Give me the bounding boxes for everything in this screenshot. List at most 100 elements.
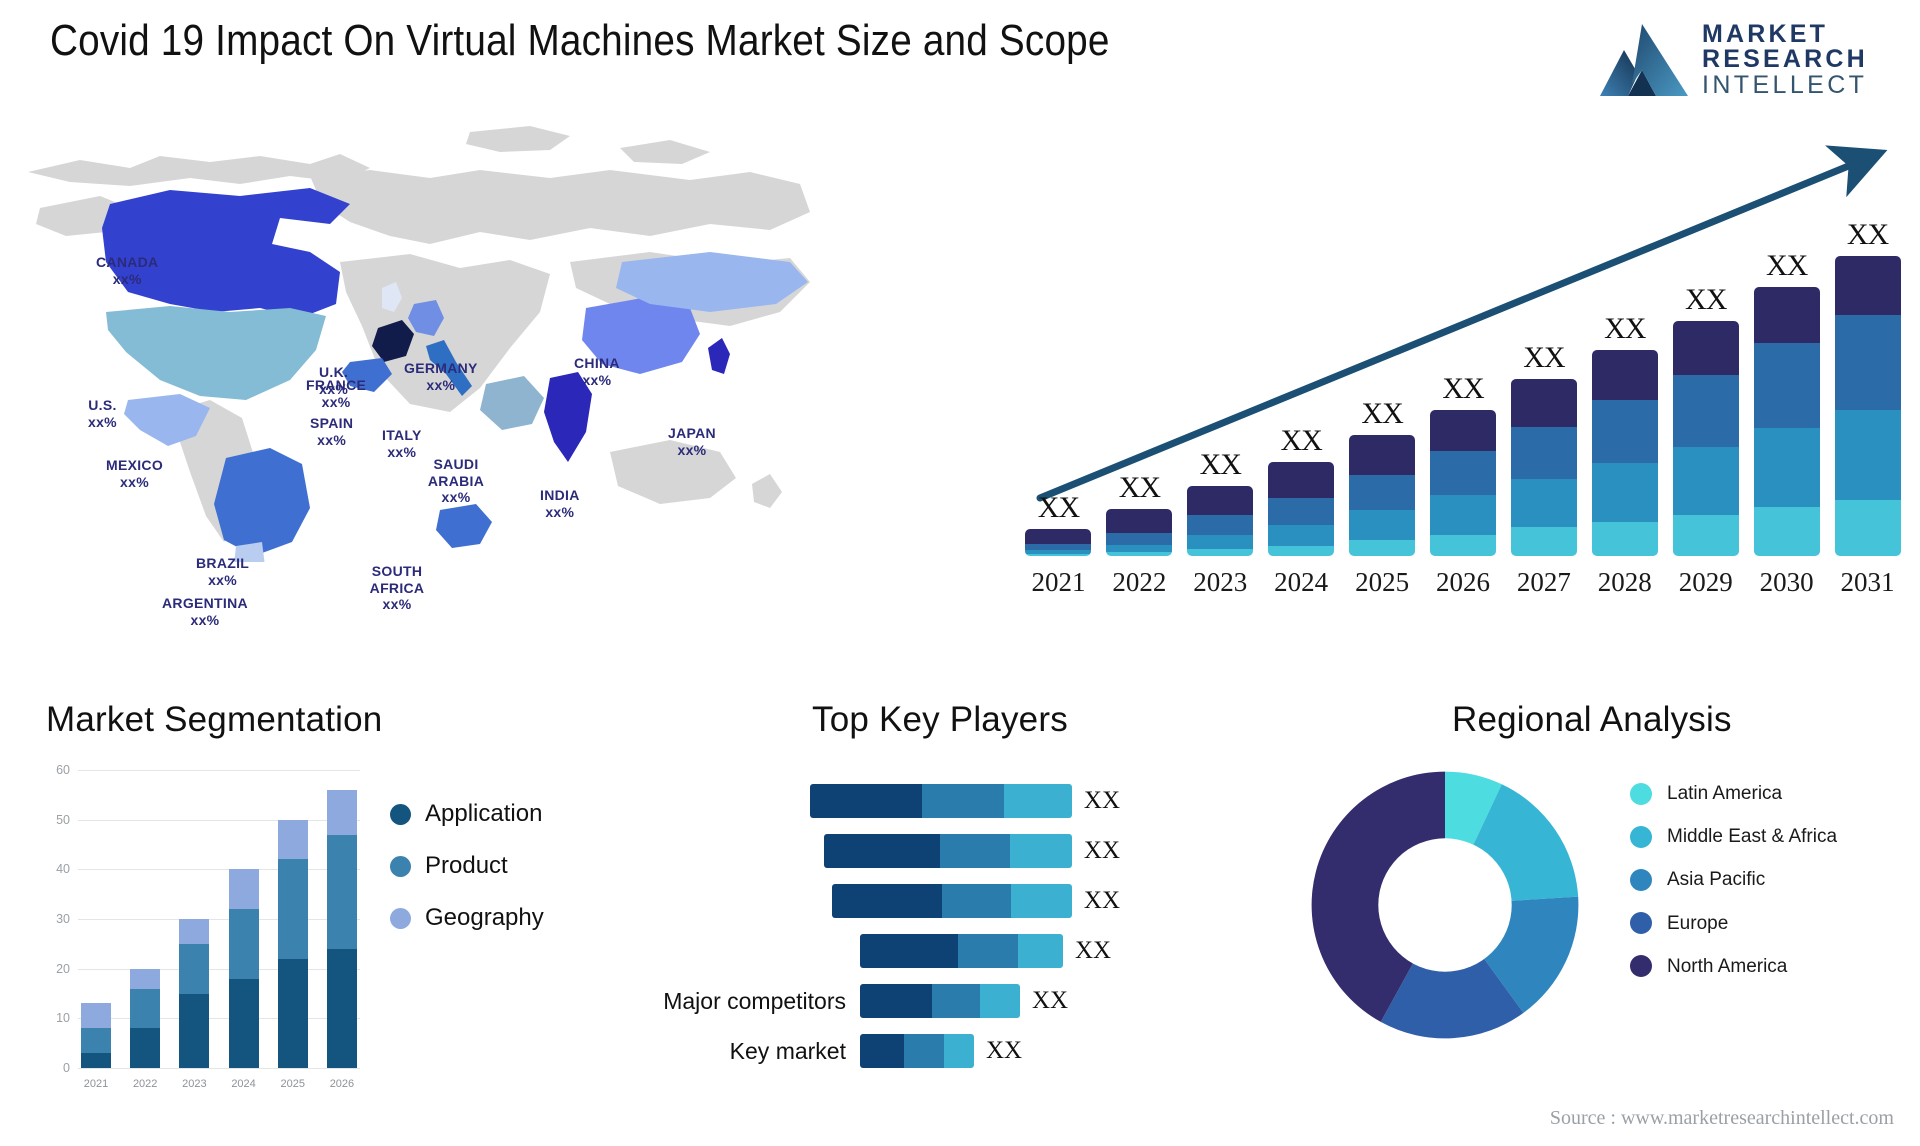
segmentation-bar-segment xyxy=(130,988,161,1029)
forecast-bar-segment xyxy=(1268,497,1335,525)
segmentation-legend-label: Application xyxy=(425,800,543,827)
segmentation-y-tick: 20 xyxy=(56,961,70,976)
forecast-bar-segment xyxy=(1834,315,1901,411)
segmentation-x-label: 2025 xyxy=(280,1078,305,1090)
segmentation-bar xyxy=(277,819,308,1068)
segmentation-bar-segment xyxy=(81,1053,111,1068)
world-map: CANADA xx% U.S. xx% MEXICO xx% BRAZIL xx… xyxy=(10,112,850,628)
regional-donut-svg xyxy=(1311,771,1579,1039)
map-label-brazil-name: BRAZIL xyxy=(196,555,250,571)
segmentation-y-tick: 40 xyxy=(56,862,70,877)
key-player-bar-segment xyxy=(958,934,1018,968)
key-player-row: XX xyxy=(640,880,1120,922)
regional-analysis-heading: Regional Analysis xyxy=(1452,700,1732,739)
segmentation-legend-dot xyxy=(390,907,411,929)
segmentation-legend-item: Product xyxy=(390,852,610,880)
map-label-canada: CANADA xx% xyxy=(96,254,158,287)
forecast-bar-segment xyxy=(1106,509,1173,533)
segmentation-y-tick: 60 xyxy=(56,763,70,777)
regional-legend-dot xyxy=(1630,912,1652,935)
forecast-bar-column: XX xyxy=(1746,186,1827,556)
infographic-page: Covid 19 Impact On Virtual Machines Mark… xyxy=(0,0,1920,1146)
segmentation-legend: Application Product Geography xyxy=(390,800,610,956)
forecast-bar-segment xyxy=(1591,400,1658,463)
key-player-value-label: XX xyxy=(1032,987,1069,1014)
map-label-germany-value: xx% xyxy=(426,376,456,393)
forecast-bar-value-label: XX xyxy=(1442,372,1484,406)
segmentation-plot-area: 0 10 20 30 40 50 60 xyxy=(56,763,360,1075)
key-player-row: XX xyxy=(640,930,1120,972)
regional-donut-chart xyxy=(1300,760,1590,1050)
regional-legend-label: Middle East & Africa xyxy=(1667,826,1838,848)
map-label-china-value: xx% xyxy=(582,371,612,388)
map-label-argentina: ARGENTINA xx% xyxy=(162,595,248,628)
forecast-bar-segment xyxy=(1025,529,1092,545)
forecast-bar-segment xyxy=(1672,375,1739,447)
segmentation-legend-label: Geography xyxy=(425,904,544,931)
map-label-spain: SPAIN xx% xyxy=(310,415,353,448)
regional-legend-label: North America xyxy=(1667,955,1788,977)
forecast-year-label: 2026 xyxy=(1435,567,1490,597)
country-us xyxy=(106,306,326,400)
forecast-bar-segment xyxy=(1187,486,1254,515)
forecast-bar-value-label: XX xyxy=(1199,448,1242,482)
forecast-bar-column: XX xyxy=(1180,186,1261,556)
segmentation-legend-label: Product xyxy=(425,852,508,879)
forecast-bar-segment xyxy=(1429,534,1496,556)
key-player-bar-segment xyxy=(1009,834,1072,868)
forecast-bar-column: XX xyxy=(1827,186,1908,556)
map-label-saudi-arabia: SAUDI ARABIA xx% xyxy=(424,456,488,506)
forecast-bar-stack xyxy=(1025,529,1092,556)
forecast-bar-segment xyxy=(1753,342,1820,428)
key-player-bar-segment xyxy=(1011,884,1072,918)
forecast-bar-segment xyxy=(1349,474,1416,511)
regional-legend-item: North America xyxy=(1630,955,1900,978)
top-key-players-heading: Top Key Players xyxy=(812,700,1068,739)
segmentation-x-label: 2024 xyxy=(231,1078,256,1090)
map-label-brazil-value: xx% xyxy=(208,571,238,588)
map-label-mexico: MEXICO xx% xyxy=(106,457,163,490)
segmentation-bar-segment xyxy=(81,1028,111,1054)
key-player-bar xyxy=(831,884,1072,918)
forecast-bar-segment xyxy=(1753,506,1820,556)
map-label-italy-value: xx% xyxy=(387,443,417,460)
map-label-mexico-name: MEXICO xyxy=(106,457,164,473)
forecast-bar-stack xyxy=(1510,378,1577,556)
map-label-us-name: U.S. xyxy=(88,397,117,413)
key-player-bar xyxy=(860,984,1020,1018)
map-label-south-africa-name: SOUTH AFRICA xyxy=(369,563,425,596)
map-label-italy: ITALY xx% xyxy=(382,427,422,460)
key-player-row: Key market XX xyxy=(640,1030,1120,1072)
map-label-argentina-name: ARGENTINA xyxy=(162,595,248,611)
forecast-bar-segment xyxy=(1510,427,1577,479)
segmentation-y-tick: 0 xyxy=(63,1061,70,1075)
forecast-bar-segment xyxy=(1753,427,1820,507)
map-label-south-africa-value: xx% xyxy=(382,596,412,613)
forecast-bar-segment xyxy=(1187,534,1254,549)
forecast-bar-columns: XX XX XX XX XX XX XX XX XX XX XX xyxy=(1018,186,1908,556)
logo-line-1: MARKET xyxy=(1702,19,1829,48)
forecast-bar-column: XX xyxy=(1099,186,1180,556)
logo-line-2: RESEARCH xyxy=(1702,45,1868,74)
regional-legend-label: Europe xyxy=(1667,912,1729,934)
regional-legend-dot xyxy=(1630,868,1652,891)
key-player-bar-segment xyxy=(860,984,932,1018)
forecast-bar-value-label: XX xyxy=(1685,283,1727,317)
key-player-bar-segment xyxy=(932,984,980,1018)
segmentation-legend-dot xyxy=(390,803,411,825)
forecast-bar-value-label: XX xyxy=(1523,340,1565,374)
map-label-spain-name: SPAIN xyxy=(310,415,354,431)
forecast-bar-value-label: XX xyxy=(1118,471,1161,505)
page-title: Covid 19 Impact On Virtual Machines Mark… xyxy=(50,16,1110,65)
forecast-bar-segment xyxy=(1268,524,1335,547)
country-japan xyxy=(708,338,730,374)
map-label-mexico-value: xx% xyxy=(120,473,149,490)
segmentation-x-label: 2022 xyxy=(132,1078,158,1090)
regional-legend-item: Middle East & Africa xyxy=(1630,825,1900,848)
forecast-bar-value-label: XX xyxy=(1361,397,1403,431)
map-label-india-name: INDIA xyxy=(540,487,580,503)
map-label-india-value: xx% xyxy=(545,503,575,520)
map-label-spain-value: xx% xyxy=(317,431,347,448)
key-player-row: XX xyxy=(640,780,1120,822)
key-player-bar-segment xyxy=(860,1034,904,1068)
